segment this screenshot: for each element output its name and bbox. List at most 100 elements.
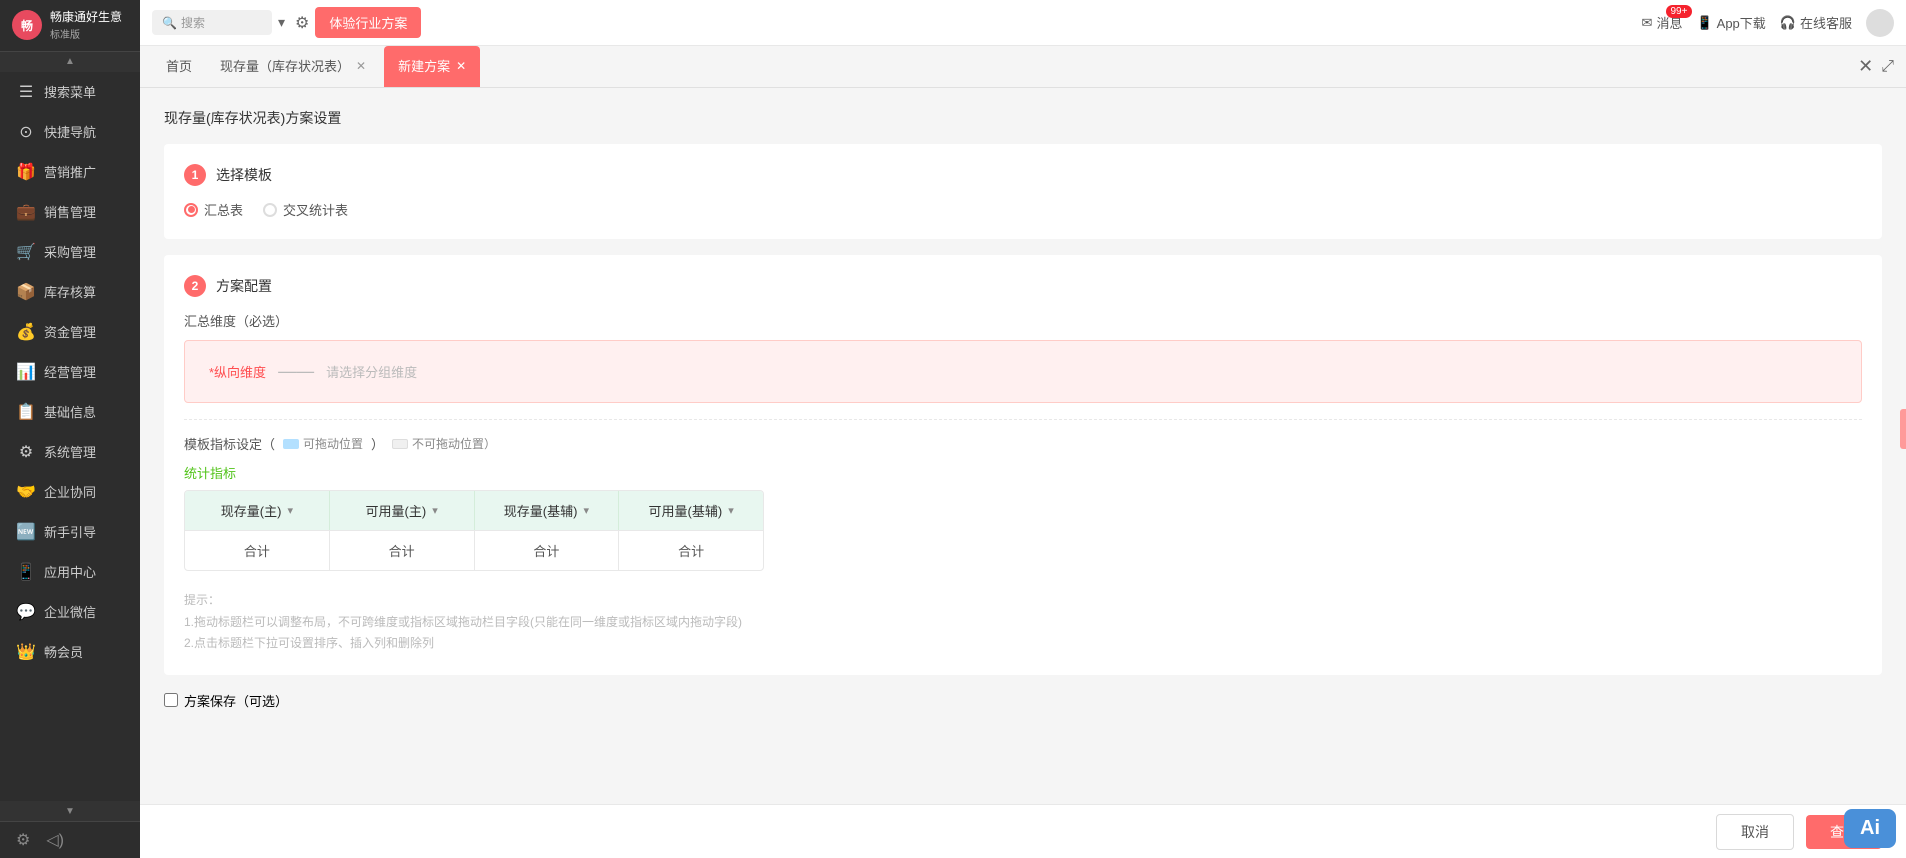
search-bar[interactable]: 🔍 搜索 [152, 10, 272, 35]
legend-draggable: 可拖动位置 [283, 435, 363, 452]
topbar: 🔍 搜索 ▾ ⚙ 体验行业方案 ✉ 消息 99+ 📱 App下载 🎧 在线客服 [140, 0, 1906, 46]
sidebar-item-sales[interactable]: 💼销售管理 [0, 192, 140, 232]
sidebar: 畅 畅康通好生意 标准版 ▲ ☰搜索菜单 ⊙ 快捷导航 🎁营销推广💼销售管理 🛒 采购管理… [0, 0, 140, 858]
step2-card: 2 方案配置 汇总维度（必选） *纵向维度 —— 请选择分组维度 模板指标设定（ [164, 255, 1882, 675]
nav-icon-quick-nav: ⊙ [16, 122, 36, 142]
sidebar-item-wechat[interactable]: 💬企业微信 [0, 592, 140, 632]
nav-label-finance: 资金管理 [44, 322, 96, 341]
sidebar-item-guide[interactable]: 🆕新手引导 [0, 512, 140, 552]
stats-col-col3[interactable]: 现存量(基辅)▾ [475, 491, 620, 530]
tab-home-label: 首页 [166, 56, 192, 75]
radio-cross-label: 交叉统计表 [283, 200, 348, 219]
sidebar-scroll-down[interactable]: ▼ [0, 801, 140, 821]
nav-icon-operation: 📊 [16, 362, 36, 382]
nav-icon-sales: 💼 [16, 202, 36, 222]
stats-col-col4[interactable]: 可用量(基辅)▾ [619, 491, 763, 530]
content-area: 现存量(库存状况表)方案设置 1 选择模板 汇总表 交叉统计表 [140, 88, 1906, 804]
sidebar-item-inventory[interactable]: 📦库存核算 [0, 272, 140, 312]
sidebar-item-enterprise[interactable]: 🤝 企业协同 [0, 472, 140, 512]
close-panel-icon[interactable]: ✕ [1858, 56, 1873, 77]
sidebar-bottom: ⚙ ◁) [0, 821, 140, 858]
stats-col-col1[interactable]: 现存量(主)▾ [185, 491, 330, 530]
nav-label-system: 系统管理 [44, 442, 96, 461]
stats-label: 统计指标 [184, 463, 1862, 482]
nav-label-enterprise: 企业协同 [44, 482, 96, 501]
tab-new-scheme[interactable]: 新建方案 ✕ [384, 46, 480, 87]
radio-cross[interactable]: 交叉统计表 [263, 200, 348, 219]
nav-icon-enterprise: 🤝 [16, 482, 36, 502]
non-draggable-label: 不可拖动位置） [412, 435, 496, 452]
dimension-area[interactable]: *纵向维度 —— 请选择分组维度 [184, 340, 1862, 403]
cancel-button[interactable]: 取消 [1716, 814, 1794, 850]
tab-inventory-close[interactable]: ✕ [356, 59, 366, 73]
tab-home[interactable]: 首页 [152, 46, 206, 87]
summary-dimension-label: 汇总维度（必选） [184, 311, 1862, 330]
sidebar-item-finance[interactable]: 💰 资金管理 [0, 312, 140, 352]
sidebar-item-marketing[interactable]: 🎁营销推广 [0, 152, 140, 192]
template-radio-group: 汇总表 交叉统计表 [184, 200, 1862, 219]
draggable-legend-box [283, 439, 299, 449]
col-arrow-col2[interactable]: ▾ [432, 504, 438, 517]
stats-cell-col4: 合计 [619, 531, 763, 570]
message-button[interactable]: ✉ 消息 99+ [1642, 13, 1683, 32]
step1-card: 1 选择模板 汇总表 交叉统计表 [164, 144, 1882, 239]
radio-cross-circle [263, 203, 277, 217]
tip-item2: 2.点击标题栏下拉可设置排序、插入列和删除列 [184, 636, 434, 650]
step2-header: 2 方案配置 [184, 275, 1862, 297]
sidebar-item-search-menu[interactable]: ☰搜索菜单 [0, 72, 140, 112]
radio-summary[interactable]: 汇总表 [184, 200, 243, 219]
sidebar-item-operation[interactable]: 📊经营管理 [0, 352, 140, 392]
sidebar-logo: 畅 畅康通好生意 标准版 [0, 0, 140, 52]
nav-label-purchase: 采购管理 [44, 242, 96, 261]
nav-label-basic-info: 基础信息 [44, 402, 96, 421]
col-arrow-col4[interactable]: ▾ [728, 504, 734, 517]
save-label: 方案保存（可选） [184, 691, 288, 710]
bottom-bar: 取消 查询 [140, 804, 1906, 858]
nav-icon-guide: 🆕 [16, 522, 36, 542]
sidebar-item-quick-nav[interactable]: ⊙ 快捷导航 [0, 112, 140, 152]
indicator-settings-label: 模板指标设定（ 可拖动位置 ） 不可拖动位置） [184, 434, 1862, 453]
stats-table-body: 合计合计合计合计 [185, 530, 763, 570]
tab-inventory-status[interactable]: 现存量（库存状况表） ✕ [206, 46, 380, 87]
headset-icon: 🎧 [1780, 15, 1796, 31]
sidebar-item-system[interactable]: ⚙系统管理 [0, 432, 140, 472]
topbar-right: ✉ 消息 99+ 📱 App下载 🎧 在线客服 [1642, 9, 1894, 37]
col-arrow-col1[interactable]: ▾ [287, 504, 293, 517]
right-edge-handle[interactable] [1900, 409, 1906, 449]
logo-sub: 标准版 [50, 26, 122, 41]
ai-badge[interactable]: Ai [1844, 809, 1896, 848]
sidebar-item-basic-info[interactable]: 📋基础信息 [0, 392, 140, 432]
stats-table-header: 现存量(主)▾可用量(主)▾现存量(基辅)▾可用量(基辅)▾ [185, 491, 763, 530]
message-icon: ✉ [1642, 15, 1653, 31]
stats-cell-col1: 合计 [185, 531, 330, 570]
logo-icon: 畅 [12, 10, 42, 40]
settings-icon[interactable]: ⚙ [16, 830, 30, 850]
step2-label: 方案配置 [216, 276, 272, 296]
col-arrow-col3[interactable]: ▾ [583, 504, 589, 517]
trial-button[interactable]: 体验行业方案 [315, 7, 421, 38]
sidebar-item-purchase[interactable]: 🛒 采购管理 [0, 232, 140, 272]
sidebar-scroll-up[interactable]: ▲ [0, 52, 140, 72]
tips-area: 提示： 1.拖动标题栏可以调整布局，不可跨维度或指标区域拖动栏目字段(只能在同一… [184, 590, 1862, 655]
stats-cell-col2: 合计 [330, 531, 475, 570]
expand-panel-icon[interactable]: ⤢ [1881, 58, 1894, 76]
nav-label-quick-nav: 快捷导航 [44, 122, 96, 141]
tab-new-scheme-close[interactable]: ✕ [456, 59, 466, 73]
nav-icon-finance: 💰 [16, 322, 36, 342]
dimension-placeholder: 请选择分组维度 [326, 362, 417, 381]
sidebar-nav: ☰搜索菜单 ⊙ 快捷导航 🎁营销推广💼销售管理 🛒 采购管理 📦库存核算 💰 资金管理 📊经营管理… [0, 72, 140, 801]
gear-icon[interactable]: ⚙ [295, 13, 309, 33]
user-avatar[interactable] [1866, 9, 1894, 37]
dimension-arrow: —— [278, 361, 314, 382]
app-download-button[interactable]: 📱 App下载 [1696, 13, 1765, 32]
tip-item1: 1.拖动标题栏可以调整布局，不可跨维度或指标区域拖动栏目字段(只能在同一维度或指… [184, 615, 742, 629]
stats-col-col2[interactable]: 可用量(主)▾ [330, 491, 475, 530]
nav-icon-purchase: 🛒 [16, 242, 36, 262]
logo-name: 畅康通好生意 [50, 10, 122, 26]
online-service-button[interactable]: 🎧 在线客服 [1780, 13, 1852, 32]
save-checkbox[interactable] [164, 693, 178, 707]
sound-icon[interactable]: ◁) [46, 830, 64, 850]
sidebar-item-app-center[interactable]: 📱应用中心 [0, 552, 140, 592]
dropdown-arrow[interactable]: ▾ [278, 14, 285, 31]
sidebar-item-member[interactable]: 👑畅会员 [0, 632, 140, 672]
